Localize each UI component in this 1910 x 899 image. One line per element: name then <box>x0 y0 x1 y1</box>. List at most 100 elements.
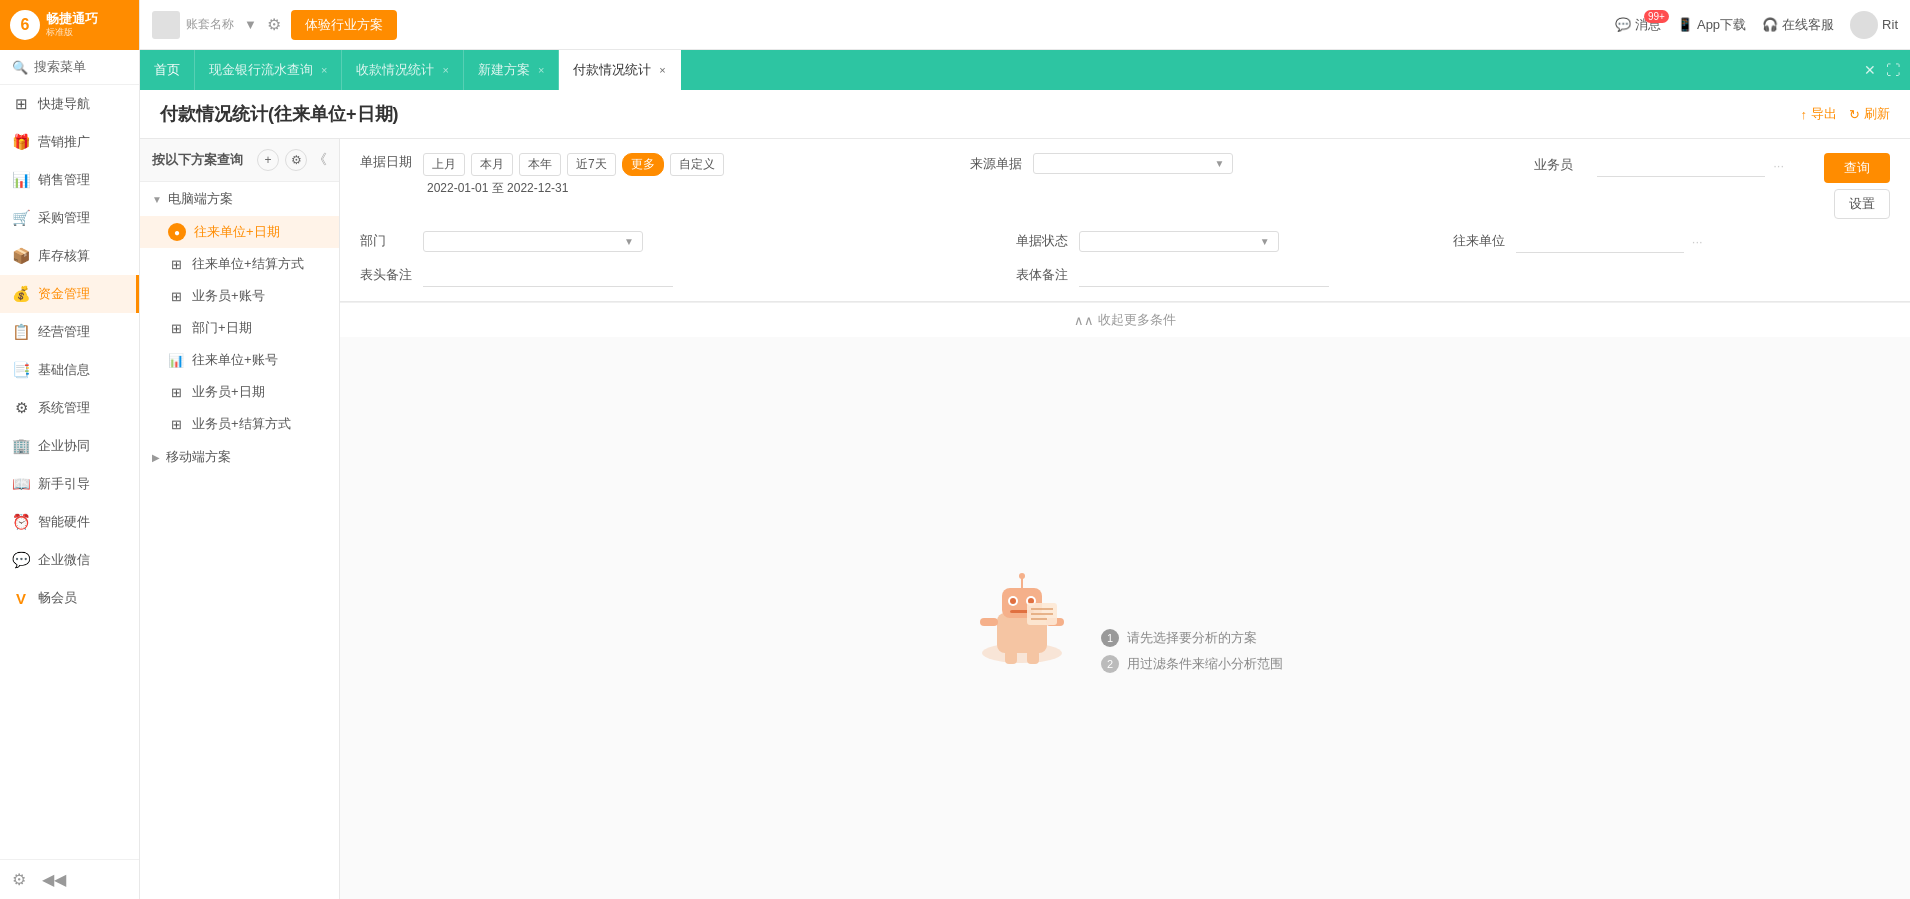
query-btn[interactable]: 查询 <box>1824 153 1890 183</box>
collapse-btn[interactable]: ∧∧ 收起更多条件 <box>1074 311 1176 329</box>
dropdown-arrow-icon[interactable]: ▼ <box>244 17 257 32</box>
dept-label: 部门 <box>360 232 415 250</box>
sidebar-item-purchase[interactable]: 🛒 采购管理 <box>0 199 139 237</box>
date-btn-7days[interactable]: 近7天 <box>567 153 616 176</box>
sidebar-item-label: 企业微信 <box>38 551 90 569</box>
tab-receipt-stats-close-icon[interactable]: × <box>442 64 448 76</box>
tab-receipt-stats[interactable]: 收款情况统计 × <box>342 50 463 90</box>
messages-action[interactable]: 💬 消息 99+ <box>1615 16 1661 34</box>
footer-collapse-icon[interactable]: ◀◀ <box>42 870 66 889</box>
sidebar-item-basic[interactable]: 📑 基础信息 <box>0 351 139 389</box>
scheme-item-partner-account[interactable]: 📊 往来单位+账号 <box>140 344 339 376</box>
tab-bank-flow-label: 现金银行流水查询 <box>209 61 313 79</box>
sidebar-search[interactable]: 🔍 搜索菜单 <box>0 50 139 85</box>
staff-dots-icon[interactable]: ··· <box>1773 158 1784 173</box>
partner-dots-icon[interactable]: ··· <box>1692 234 1703 249</box>
date-controls: 上月 本月 本年 近7天 更多 自定义 2022-01-01 至 2022-12… <box>423 153 724 197</box>
guide-icon: 📖 <box>12 475 30 493</box>
settings-btn[interactable]: 设置 <box>1834 189 1890 219</box>
tabbar: 首页 现金银行流水查询 × 收款情况统计 × 新建方案 × 付款情况统计 × ✕… <box>140 50 1910 90</box>
scheme-item-partner-date[interactable]: ● 往来单位+日期 <box>140 216 339 248</box>
header-remark-input[interactable] <box>423 263 673 287</box>
scheme-item-label: 往来单位+结算方式 <box>192 255 304 273</box>
footer-settings-icon[interactable]: ⚙ <box>12 870 26 889</box>
inventory-icon: 📦 <box>12 247 30 265</box>
sidebar-item-hardware[interactable]: ⏰ 智能硬件 <box>0 503 139 541</box>
scheme-item-partner-settle[interactable]: ⊞ 往来单位+结算方式 <box>140 248 339 280</box>
filter-partner-section: 往来单位 ··· <box>1453 229 1890 253</box>
topbar-settings-icon[interactable]: ⚙ <box>267 15 281 34</box>
date-btn-last-month[interactable]: 上月 <box>423 153 465 176</box>
doc-status-label: 单据状态 <box>1016 232 1071 250</box>
filter-row-2: 部门 ▼ 单据状态 ▼ <box>360 229 1890 253</box>
tabbar-controls: ✕ ⛶ <box>1854 50 1910 90</box>
date-btn-this-month[interactable]: 本月 <box>471 153 513 176</box>
scheme-section-desktop-label: 电脑端方案 <box>168 190 233 208</box>
sidebar-item-system[interactable]: ⚙ 系统管理 <box>0 389 139 427</box>
filter-row-1: 单据日期 上月 本月 本年 近7天 更多 自定义 20 <box>360 153 1890 219</box>
tab-bank-flow-close-icon[interactable]: × <box>321 64 327 76</box>
user-name: Rit <box>1882 17 1898 32</box>
svg-rect-10 <box>980 618 998 626</box>
sidebar-item-marketing[interactable]: 🎁 营销推广 <box>0 123 139 161</box>
sidebar-item-quick-nav[interactable]: ⊞ 快捷导航 <box>0 85 139 123</box>
scheme-settings-icon[interactable]: ⚙ <box>285 149 307 171</box>
scheme-add-icon[interactable]: + <box>257 149 279 171</box>
online-service-action[interactable]: 🎧 在线客服 <box>1762 16 1834 34</box>
tab-new-plan[interactable]: 新建方案 × <box>464 50 559 90</box>
sidebar-item-label: 营销推广 <box>38 133 90 151</box>
date-btn-more[interactable]: 更多 <box>622 153 664 176</box>
scheme-item-staff-account[interactable]: ⊞ 业务员+账号 <box>140 280 339 312</box>
sidebar-logo: 6 畅捷通巧 标准版 <box>0 0 139 50</box>
close-all-tabs-icon[interactable]: ✕ <box>1864 62 1876 78</box>
scheme-item-staff-date[interactable]: ⊞ 业务员+日期 <box>140 376 339 408</box>
sidebar-item-guide[interactable]: 📖 新手引导 <box>0 465 139 503</box>
scheme-item-label: 业务员+结算方式 <box>192 415 291 433</box>
date-btn-this-year[interactable]: 本年 <box>519 153 561 176</box>
sales-icon: 📊 <box>12 171 30 189</box>
date-btn-custom[interactable]: 自定义 <box>670 153 724 176</box>
sidebar-item-wechat[interactable]: 💬 企业微信 <box>0 541 139 579</box>
app-icon: 📱 <box>1677 17 1693 32</box>
export-btn[interactable]: ↑ 导出 <box>1801 105 1838 123</box>
result-hint-1: 1 请先选择要分析的方案 <box>1101 629 1283 647</box>
doc-status-arrow-icon: ▼ <box>1260 236 1270 247</box>
partner-input[interactable] <box>1516 229 1684 253</box>
svg-rect-13 <box>1027 650 1039 664</box>
fullscreen-icon[interactable]: ⛶ <box>1886 62 1900 78</box>
main-area: 账套名称 ▼ ⚙ 体验行业方案 💬 消息 99+ 📱 App下载 🎧 在线客服 … <box>140 0 1910 899</box>
sidebar-item-member[interactable]: V 畅会员 <box>0 579 139 617</box>
search-label: 搜索菜单 <box>34 58 86 76</box>
sidebar-item-label: 畅会员 <box>38 589 77 607</box>
app-download-action[interactable]: 📱 App下载 <box>1677 16 1746 34</box>
scheme-item-staff-settle[interactable]: ⊞ 业务员+结算方式 <box>140 408 339 440</box>
purchase-icon: 🛒 <box>12 209 30 227</box>
tab-payment-stats-close-icon[interactable]: × <box>659 64 665 76</box>
dept-select[interactable]: ▼ <box>423 231 643 252</box>
source-select[interactable]: ▼ <box>1033 153 1233 174</box>
tab-bank-flow[interactable]: 现金银行流水查询 × <box>195 50 342 90</box>
table-icon: ⊞ <box>168 384 184 400</box>
scheme-item-dept-date[interactable]: ⊞ 部门+日期 <box>140 312 339 344</box>
message-icon: 💬 <box>1615 17 1631 32</box>
scheme-panel-collapse-icon[interactable]: 《 <box>313 151 327 169</box>
trial-btn[interactable]: 体验行业方案 <box>291 10 397 40</box>
filter-date-section: 单据日期 上月 本月 本年 近7天 更多 自定义 20 <box>360 153 970 197</box>
tab-home[interactable]: 首页 <box>140 50 195 90</box>
tab-payment-stats[interactable]: 付款情况统计 × <box>559 50 680 90</box>
staff-input[interactable] <box>1597 153 1765 177</box>
refresh-btn[interactable]: ↻ 刷新 <box>1849 105 1890 123</box>
scheme-section-mobile-header[interactable]: ▶ 移动端方案 <box>140 440 339 474</box>
doc-status-select[interactable]: ▼ <box>1079 231 1279 252</box>
scheme-section-desktop-header[interactable]: ▼ 电脑端方案 <box>140 182 339 216</box>
sidebar-item-inventory[interactable]: 📦 库存核算 <box>0 237 139 275</box>
sidebar-item-finance[interactable]: 💰 资金管理 <box>0 275 139 313</box>
sidebar-item-label: 基础信息 <box>38 361 90 379</box>
body-remark-input[interactable] <box>1079 263 1329 287</box>
sidebar-item-enterprise[interactable]: 🏢 企业协同 <box>0 427 139 465</box>
tab-new-plan-close-icon[interactable]: × <box>538 64 544 76</box>
sidebar-item-operation[interactable]: 📋 经营管理 <box>0 313 139 351</box>
account-avatar <box>152 11 180 39</box>
sidebar-item-sales[interactable]: 📊 销售管理 <box>0 161 139 199</box>
user-avatar-area[interactable]: Rit <box>1850 11 1898 39</box>
